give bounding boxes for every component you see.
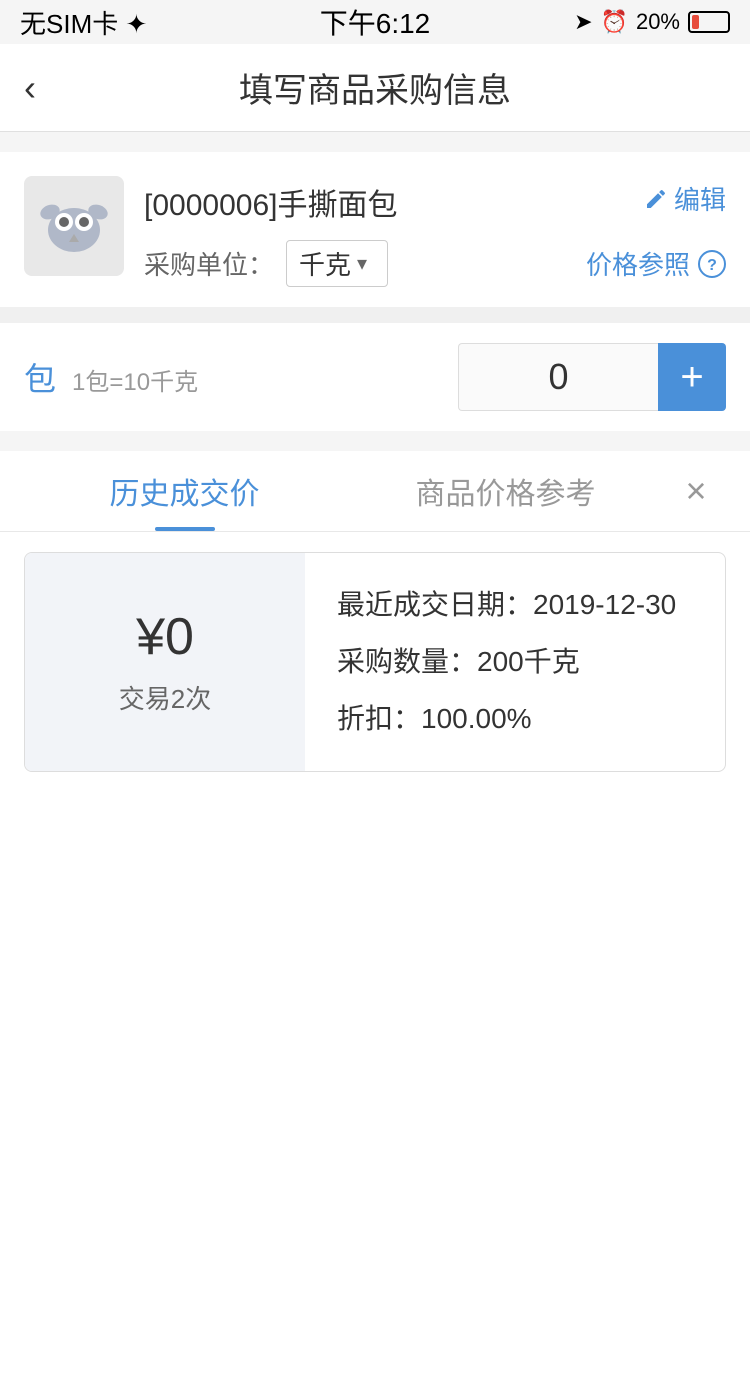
tab-price-reference-label: 商品价格参考 <box>416 469 596 513</box>
product-left-section: [0000006]手撕面包 采购单位： 千克 ▾ <box>24 176 397 287</box>
price-tx-count: 交易2次 <box>119 679 211 716</box>
quantity-input-area: 0 + <box>458 343 726 411</box>
quantity-row: 包 1包=10千克 0 + <box>0 323 750 431</box>
plus-icon: + <box>680 357 703 397</box>
product-card: [0000006]手撕面包 采购单位： 千克 ▾ 编辑 价格参照 <box>0 152 750 307</box>
unit-select[interactable]: 千克 ▾ <box>286 240 388 287</box>
purchase-qty-row: 采购数量：200千克 <box>337 642 693 681</box>
price-card-right: 最近成交日期：2019-12-30 采购数量：200千克 折扣：100.00% <box>305 553 725 771</box>
edit-icon <box>644 187 668 211</box>
product-unit-row: 采购单位： 千克 ▾ <box>144 240 397 287</box>
edit-button[interactable]: 编辑 <box>644 180 726 217</box>
battery-icon <box>688 11 730 33</box>
status-time: 下午6:12 <box>320 2 431 42</box>
tab-close-button[interactable]: × <box>666 461 726 521</box>
close-icon: × <box>685 470 706 512</box>
quantity-left: 包 1包=10千克 <box>24 354 198 400</box>
product-info: [0000006]手撕面包 采购单位： 千克 ▾ <box>144 176 397 287</box>
empty-content-area <box>0 792 750 1392</box>
help-icon: ? <box>698 250 726 278</box>
alarm-icon: ⏰ <box>601 9 628 35</box>
status-bar: 无SIM卡 ✦ 下午6:12 ➤ ⏰ 20% <box>0 0 750 44</box>
page-title: 填写商品采购信息 <box>239 63 511 112</box>
quantity-conversion: 1包=10千克 <box>72 362 198 397</box>
unit-value: 千克 <box>299 245 351 282</box>
price-card-left: ¥0 交易2次 <box>25 553 305 771</box>
price-reference-button[interactable]: 价格参照 ? <box>586 245 726 282</box>
tab-price-reference[interactable]: 商品价格参考 <box>345 451 666 531</box>
product-logo-icon <box>38 190 110 262</box>
quantity-unit: 包 <box>24 354 56 400</box>
tab-active-indicator <box>155 527 215 531</box>
quantity-plus-button[interactable]: + <box>658 343 726 411</box>
unit-dropdown-arrow: ▾ <box>357 251 367 276</box>
tab-history-price[interactable]: 历史成交价 <box>24 451 345 531</box>
quantity-input[interactable]: 0 <box>458 343 658 411</box>
price-amount: ¥0 <box>136 607 194 667</box>
latest-date-row: 最近成交日期：2019-12-30 <box>337 585 693 624</box>
section-divider <box>0 307 750 323</box>
discount-row: 折扣：100.00% <box>337 699 693 738</box>
back-button[interactable]: ‹ <box>24 67 36 109</box>
tabs-container: 历史成交价 商品价格参考 × <box>0 451 750 532</box>
carrier-text: 无SIM卡 ✦ <box>20 4 147 41</box>
svg-text:?: ? <box>707 257 717 274</box>
product-name: [0000006]手撕面包 <box>144 180 397 224</box>
unit-label: 采购单位： <box>144 245 274 282</box>
history-price-section: ¥0 交易2次 最近成交日期：2019-12-30 采购数量：200千克 折扣：… <box>0 532 750 792</box>
battery-percent: 20% <box>636 9 680 35</box>
location-icon: ➤ <box>574 9 592 35</box>
status-right-icons: ➤ ⏰ 20% <box>574 9 730 35</box>
tab-history-price-label: 历史成交价 <box>110 469 260 513</box>
battery-fill <box>692 15 699 29</box>
nav-bar: ‹ 填写商品采购信息 <box>0 44 750 132</box>
product-thumbnail <box>24 176 124 276</box>
price-card: ¥0 交易2次 最近成交日期：2019-12-30 采购数量：200千克 折扣：… <box>24 552 726 772</box>
